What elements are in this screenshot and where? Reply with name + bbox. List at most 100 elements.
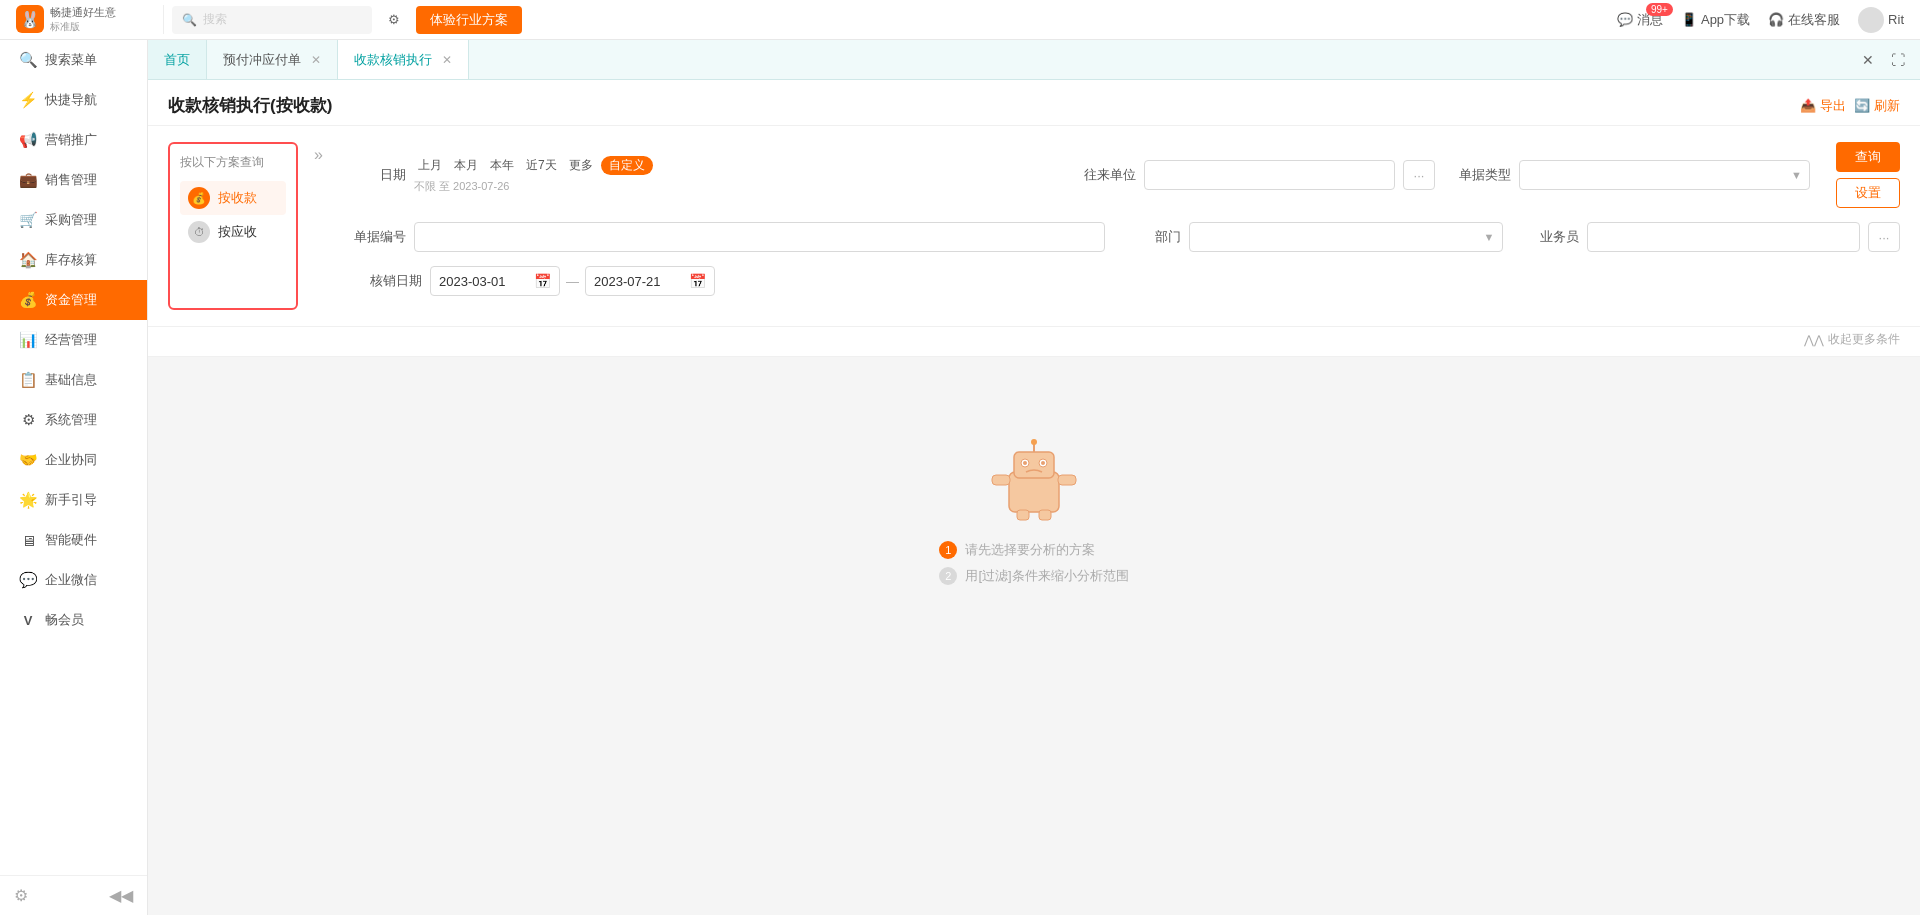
sidebar-item-quicknav[interactable]: ⚡ 快捷导航 xyxy=(0,80,147,120)
doc-no-input[interactable] xyxy=(414,222,1105,252)
sidebar-item-operations[interactable]: 📊 经营管理 xyxy=(0,320,147,360)
verify-to-input[interactable]: 2023-07-21 📅 xyxy=(585,266,715,296)
sidebar-item-cooperation[interactable]: 🤝 企业协同 xyxy=(0,440,147,480)
sidebar-item-member[interactable]: V 畅会员 xyxy=(0,600,147,640)
sidebar-item-basic-info[interactable]: 📋 基础信息 xyxy=(0,360,147,400)
top-search-area[interactable]: 🔍 搜索 xyxy=(172,6,372,34)
query-button[interactable]: 查询 xyxy=(1836,142,1900,172)
svg-point-4 xyxy=(1023,461,1027,465)
sidebar-item-inventory[interactable]: 🏠 库存核算 xyxy=(0,240,147,280)
message-btn[interactable]: 💬 消息 99+ xyxy=(1617,11,1663,29)
tab-prepay[interactable]: 预付冲应付单 ✕ xyxy=(207,40,338,79)
staff-dots-btn[interactable]: ··· xyxy=(1868,222,1900,252)
sidebar-item-label: 资金管理 xyxy=(45,291,97,309)
date-btn-last-month[interactable]: 上月 xyxy=(414,156,446,175)
sidebar-item-wechat[interactable]: 💬 企业微信 xyxy=(0,560,147,600)
main-layout: 🔍 搜索菜单 ⚡ 快捷导航 📢 营销推广 💼 销售管理 🛒 采购管理 🏠 库存核… xyxy=(0,40,1920,915)
tab-expand-btn[interactable]: ⛶ xyxy=(1884,46,1912,74)
doc-type-label: 单据类型 xyxy=(1455,166,1511,184)
user-area[interactable]: Rit xyxy=(1858,7,1904,33)
dept-field: 部门 ▼ xyxy=(1125,222,1503,252)
partner-input[interactable] xyxy=(1144,160,1395,190)
sidebar-settings-icon[interactable]: ⚙ xyxy=(14,886,28,905)
collapse-more-button[interactable]: ⋀⋀ 收起更多条件 xyxy=(1804,331,1900,348)
page-content: 收款核销执行(按收款) 📤 导出 🔄 刷新 按以下方案查询 xyxy=(148,80,1920,915)
refresh-label: 刷新 xyxy=(1874,97,1900,115)
export-button[interactable]: 📤 导出 xyxy=(1800,97,1846,115)
filter-option-receipt-label: 按收款 xyxy=(218,189,257,207)
message-icon: 💬 xyxy=(1617,12,1633,27)
refresh-button[interactable]: 🔄 刷新 xyxy=(1854,97,1900,115)
date-range-sub: 不限 至 2023-07-26 xyxy=(414,179,653,194)
settings-icon[interactable]: ⚙ xyxy=(380,6,408,34)
dept-select[interactable] xyxy=(1189,222,1503,252)
marketing-icon: 📢 xyxy=(19,131,37,149)
sidebar-item-label: 智能硬件 xyxy=(45,531,97,549)
verify-date-label: 核销日期 xyxy=(350,272,422,290)
staff-input[interactable] xyxy=(1587,222,1861,252)
tab-home-label: 首页 xyxy=(164,51,190,69)
verify-from-input[interactable]: 2023-03-01 📅 xyxy=(430,266,560,296)
wechat-icon: 💬 xyxy=(19,571,37,589)
filter-option-receivable-label: 按应收 xyxy=(218,223,257,241)
sidebar-item-sales[interactable]: 💼 销售管理 xyxy=(0,160,147,200)
svg-rect-1 xyxy=(1014,452,1054,478)
filter-option-by-receipt[interactable]: 💰 按收款 xyxy=(180,181,286,215)
tab-home[interactable]: 首页 xyxy=(148,40,207,79)
doc-type-select[interactable] xyxy=(1519,160,1810,190)
page-header: 收款核销执行(按收款) 📤 导出 🔄 刷新 xyxy=(148,80,1920,126)
date-btn-custom[interactable]: 自定义 xyxy=(601,156,653,175)
svg-rect-9 xyxy=(1039,510,1051,520)
partner-label: 往来单位 xyxy=(1080,166,1136,184)
svg-point-5 xyxy=(1041,461,1045,465)
app-download-btn[interactable]: 📱 App下载 xyxy=(1681,11,1750,29)
verify-date-field: 核销日期 2023-03-01 📅 — 2023-07-21 📅 xyxy=(350,266,1900,296)
tab-prepay-close[interactable]: ✕ xyxy=(311,53,321,67)
sales-icon: 💼 xyxy=(19,171,37,189)
date-field: 日期 上月 本月 本年 近7天 更多 自定义 不限 至 xyxy=(350,156,1060,194)
empty-text-area: 1 请先选择要分析的方案 2 用[过滤]条件来缩小分析范围 xyxy=(939,541,1128,585)
filter-option-by-receivable[interactable]: ⏱ 按应收 xyxy=(180,215,286,249)
sidebar-item-hardware[interactable]: 🖥 智能硬件 xyxy=(0,520,147,560)
sidebar-item-label: 搜索菜单 xyxy=(45,51,97,69)
sidebar-item-label: 经营管理 xyxy=(45,331,97,349)
empty-illustration xyxy=(984,437,1084,527)
online-service-btn[interactable]: 🎧 在线客服 xyxy=(1768,11,1840,29)
filter-collapse-btn[interactable]: » xyxy=(314,142,334,310)
verify-date-range: 2023-03-01 📅 — 2023-07-21 📅 xyxy=(430,266,715,296)
sidebar-item-label: 库存核算 xyxy=(45,251,97,269)
tab-close-btn[interactable]: ✕ xyxy=(1854,46,1882,74)
receivable-icon: ⏱ xyxy=(188,221,210,243)
message-badge: 99+ xyxy=(1646,3,1673,16)
sidebar-item-purchase[interactable]: 🛒 采购管理 xyxy=(0,200,147,240)
hardware-icon: 🖥 xyxy=(19,531,37,549)
date-btn-7days[interactable]: 近7天 xyxy=(522,156,561,175)
date-btn-more[interactable]: 更多 xyxy=(565,156,597,175)
industry-button[interactable]: 体验行业方案 xyxy=(416,6,522,34)
filter-settings-button[interactable]: 设置 xyxy=(1836,178,1900,208)
sidebar-collapse-icon[interactable]: ◀◀ xyxy=(109,886,133,905)
app-download-icon: 📱 xyxy=(1681,12,1697,27)
sidebar-item-system[interactable]: ⚙ 系统管理 xyxy=(0,400,147,440)
username: Rit xyxy=(1888,12,1904,27)
step2-text: 用[过滤]条件来缩小分析范围 xyxy=(965,567,1128,585)
sidebar-item-finance[interactable]: 💰 资金管理 xyxy=(0,280,147,320)
filter-row-1: 日期 上月 本月 本年 近7天 更多 自定义 不限 至 xyxy=(350,142,1900,208)
search-placeholder: 搜索 xyxy=(203,11,227,28)
partner-dots-btn[interactable]: ··· xyxy=(1403,160,1435,190)
brand-text-group: 畅捷通好生意 标准版 xyxy=(50,5,116,33)
sidebar-item-marketing[interactable]: 📢 营销推广 xyxy=(0,120,147,160)
tab-receivable[interactable]: 收款核销执行 ✕ xyxy=(338,40,469,79)
sidebar-item-guide[interactable]: 🌟 新手引导 xyxy=(0,480,147,520)
filter-form: 日期 上月 本月 本年 近7天 更多 自定义 不限 至 xyxy=(350,142,1900,310)
inventory-icon: 🏠 xyxy=(19,251,37,269)
tab-prepay-label: 预付冲应付单 xyxy=(223,51,301,69)
tab-receivable-close[interactable]: ✕ xyxy=(442,53,452,67)
brand-sub: 标准版 xyxy=(50,20,116,34)
sidebar-item-search[interactable]: 🔍 搜索菜单 xyxy=(0,40,147,80)
date-btn-this-year[interactable]: 本年 xyxy=(486,156,518,175)
doc-no-field: 单据编号 xyxy=(350,222,1105,252)
filter-sidebar: 按以下方案查询 💰 按收款 ⏱ 按应收 xyxy=(168,142,298,310)
date-btn-this-month[interactable]: 本月 xyxy=(450,156,482,175)
purchase-icon: 🛒 xyxy=(19,211,37,229)
